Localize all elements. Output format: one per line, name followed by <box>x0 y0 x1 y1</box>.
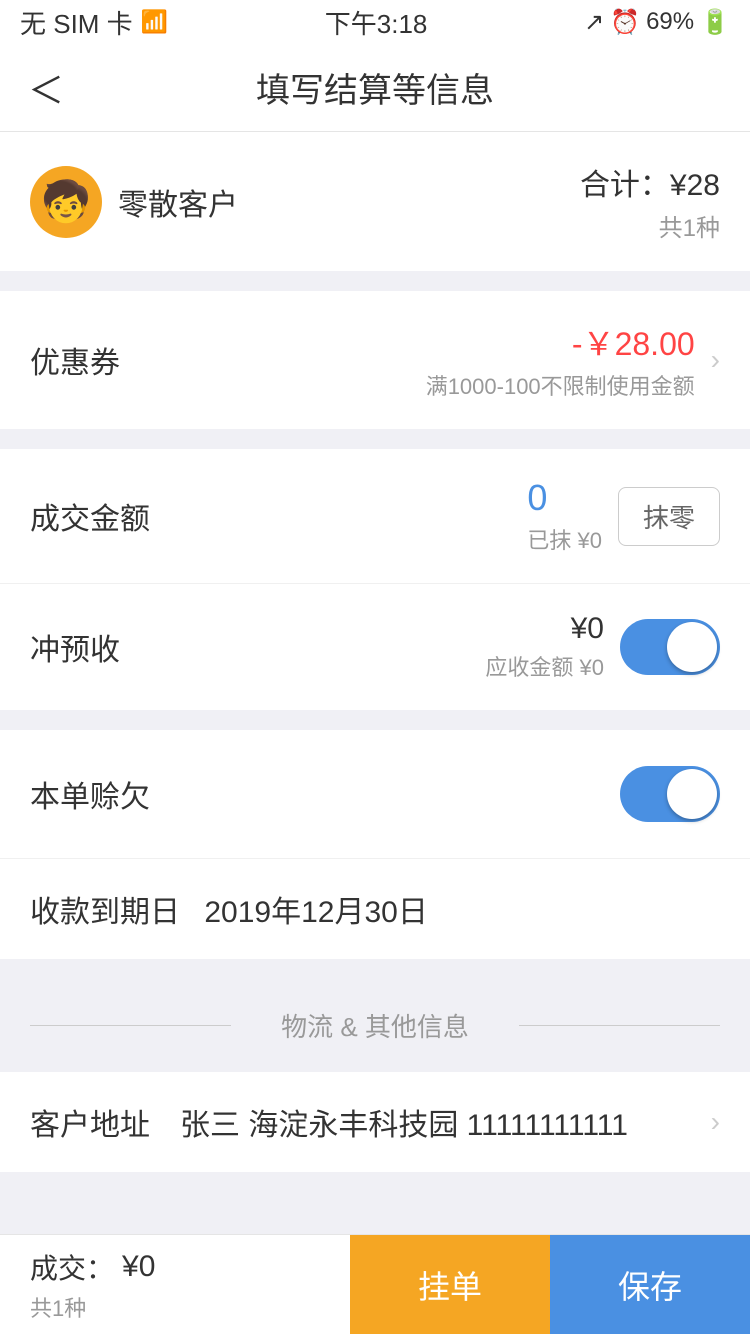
back-button[interactable]: ＜ <box>28 62 64 114</box>
bottom-count: 共1种 <box>30 1291 320 1323</box>
hold-button[interactable]: 挂单 <box>350 1235 550 1334</box>
carrier-text: 无 SIM 卡 <box>20 4 133 41</box>
deal-amount-value-block: 0 已抹 ¥0 <box>527 477 602 555</box>
battery-icon: 🔋 <box>700 8 730 37</box>
address-value: 张三 海淀永丰科技园 11111111111 <box>180 1100 701 1144</box>
debt-section: 本单赊欠 收款到期日 2019年12月30日 <box>0 730 750 959</box>
coupon-discount: -￥28.00 <box>426 319 695 365</box>
coupon-section: 优惠券 -￥28.00 满1000-100不限制使用金额 › <box>0 291 750 429</box>
coupon-label: 优惠券 <box>30 338 120 382</box>
deal-amount-right: 0 已抹 ¥0 抹零 <box>527 477 720 555</box>
coupon-value-block: -￥28.00 满1000-100不限制使用金额 <box>426 319 695 401</box>
debt-toggle[interactable] <box>620 766 720 822</box>
total-count: 共1种 <box>580 208 720 243</box>
bottom-deal-row: 成交： ¥0 <box>30 1247 320 1287</box>
address-row[interactable]: 客户地址 张三 海淀永丰科技园 11111111111 › <box>0 1072 750 1172</box>
coupon-right: -￥28.00 满1000-100不限制使用金额 › <box>426 319 720 401</box>
logistics-header: 物流 & 其他信息 <box>0 979 750 1072</box>
due-date-row: 收款到期日 2019年12月30日 <box>0 858 750 959</box>
address-label: 客户地址 <box>30 1100 150 1144</box>
prepay-label: 冲预收 <box>30 625 120 669</box>
coupon-sub: 满1000-100不限制使用金额 <box>426 369 695 401</box>
deal-amount-value: 0 <box>527 477 602 519</box>
prepay-value-block: ¥0 应收金额 ¥0 <box>485 612 604 682</box>
avatar: 🧒 <box>30 166 102 238</box>
save-button[interactable]: 保存 <box>550 1235 750 1334</box>
customer-row: 🧒 零散客户 合计：¥28 共1种 <box>0 132 750 271</box>
total-amount: 合计：¥28 <box>580 160 720 204</box>
address-chevron-icon: › <box>711 1106 720 1138</box>
debt-toggle-knob <box>667 769 717 819</box>
location-icon: ↗ <box>584 8 604 37</box>
logistics-line-left <box>30 1025 231 1026</box>
address-section: 客户地址 张三 海淀永丰科技园 11111111111 › <box>0 1072 750 1172</box>
deal-amount-row: 成交金额 0 已抹 ¥0 抹零 <box>0 449 750 584</box>
wifi-icon: 📶 <box>141 9 168 35</box>
deal-amount-label: 成交金额 <box>30 494 150 538</box>
bottom-bar: 成交： ¥0 共1种 挂单 保存 <box>0 1234 750 1334</box>
avatar-icon: 🧒 <box>41 178 91 225</box>
customer-left: 🧒 零散客户 <box>30 166 238 238</box>
prepay-right: ¥0 应收金额 ¥0 <box>485 612 720 682</box>
deal-prepay-section: 成交金额 0 已抹 ¥0 抹零 冲预收 ¥0 应收金额 ¥0 <box>0 449 750 710</box>
status-right: ↗ ⏰ 69% 🔋 <box>584 8 730 37</box>
nav-bar: ＜ 填写结算等信息 <box>0 44 750 132</box>
due-date-value: 2019年12月30日 <box>204 896 427 929</box>
coupon-row[interactable]: 优惠券 -￥28.00 满1000-100不限制使用金额 › <box>0 291 750 429</box>
customer-section: 🧒 零散客户 合计：¥28 共1种 <box>0 132 750 271</box>
toggle-knob <box>667 622 717 672</box>
status-bar: 无 SIM 卡 📶 下午3:18 ↗ ⏰ 69% 🔋 <box>0 0 750 44</box>
customer-name: 零散客户 <box>118 180 238 224</box>
debt-label: 本单赊欠 <box>30 772 150 816</box>
bottom-info: 成交： ¥0 共1种 <box>0 1247 350 1323</box>
alarm-icon: ⏰ <box>610 8 640 37</box>
round-button[interactable]: 抹零 <box>618 487 720 546</box>
battery-text: 69% <box>646 8 694 36</box>
logistics-line-right <box>519 1025 720 1026</box>
due-date-label: 收款到期日 <box>30 896 180 929</box>
prepay-amount: ¥0 <box>485 612 604 646</box>
page-title: 填写结算等信息 <box>256 63 494 112</box>
time-display: 下午3:18 <box>325 4 428 41</box>
status-left: 无 SIM 卡 📶 <box>20 4 168 41</box>
prepay-row: 冲预收 ¥0 应收金额 ¥0 <box>0 584 750 710</box>
bottom-deal-label: 成交： <box>30 1247 114 1287</box>
logistics-text: 物流 & 其他信息 <box>281 1007 469 1044</box>
deducted-text: 已抹 ¥0 <box>527 523 602 555</box>
customer-right: 合计：¥28 共1种 <box>580 160 720 243</box>
coupon-chevron-icon: › <box>711 344 720 376</box>
prepay-toggle[interactable] <box>620 619 720 675</box>
bottom-deal-amount: ¥0 <box>122 1250 155 1284</box>
debt-row: 本单赊欠 <box>0 730 750 858</box>
receivable-text: 应收金额 ¥0 <box>485 650 604 682</box>
